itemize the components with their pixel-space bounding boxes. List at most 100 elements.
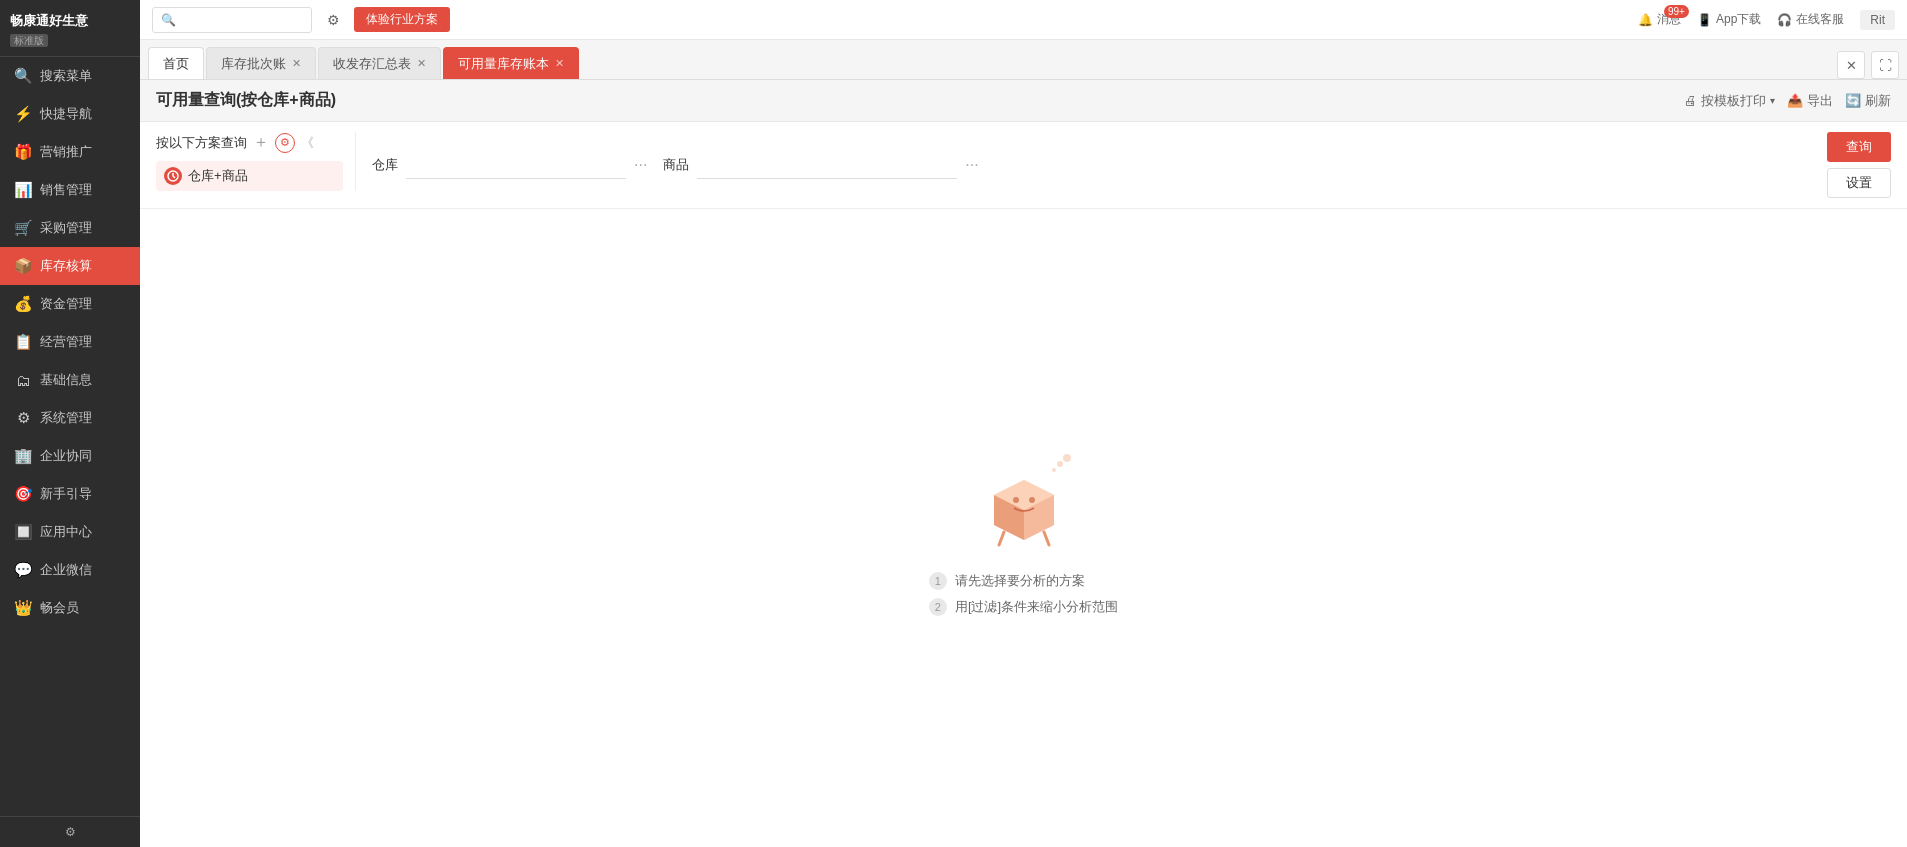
chart-icon: 📊 <box>14 181 32 199</box>
industry-solution-button[interactable]: 体验行业方案 <box>354 7 450 32</box>
scheme-settings-icon[interactable]: ⚙ <box>275 133 295 153</box>
add-scheme-button[interactable]: ＋ <box>253 132 269 153</box>
sidebar-item-label: 企业协同 <box>40 447 92 465</box>
goods-more-button[interactable]: ··· <box>965 156 978 174</box>
building-icon: 🏢 <box>14 447 32 465</box>
gift-icon: 🎁 <box>14 143 32 161</box>
topbar: 🔍 ⚙ 体验行业方案 🔔 消息 99+ 📱 App下载 🎧 在线客服 Rit <box>140 0 1907 40</box>
gear-icon: ⚙ <box>14 409 32 427</box>
svg-line-7 <box>999 532 1004 545</box>
settings-button[interactable]: 设置 <box>1827 168 1891 198</box>
money-icon: 💰 <box>14 295 32 313</box>
sidebar-nav: 🔍 搜索菜单 ⚡ 快捷导航 🎁 营销推广 📊 销售管理 🛒 采购管理 📦 库存核… <box>0 57 140 816</box>
tab-close-icon[interactable]: ✕ <box>292 57 301 70</box>
goods-input[interactable] <box>697 151 957 179</box>
message-badge: 99+ <box>1664 5 1689 18</box>
filter-schemes: 按以下方案查询 ＋ ⚙ 《 仓库+商品 <box>156 132 356 191</box>
sidebar-item-label: 经营管理 <box>40 333 92 351</box>
online-service-button[interactable]: 🎧 在线客服 <box>1777 11 1844 28</box>
app-download-button[interactable]: 📱 App下载 <box>1697 11 1761 28</box>
export-button[interactable]: 📤 导出 <box>1787 92 1833 110</box>
sidebar-brand: 畅康通好生意 <box>10 12 130 30</box>
printer-icon: 🖨 <box>1684 93 1697 108</box>
tab-close-icon[interactable]: ✕ <box>417 57 426 70</box>
main-content: 🔍 ⚙ 体验行业方案 🔔 消息 99+ 📱 App下载 🎧 在线客服 Rit <box>140 0 1907 847</box>
tab-home[interactable]: 首页 <box>148 47 204 79</box>
tab-receipt-label: 收发存汇总表 <box>333 55 411 73</box>
bell-icon: 🔔 <box>1638 13 1653 27</box>
headset-icon: 🎧 <box>1777 13 1792 27</box>
sidebar-item-label: 应用中心 <box>40 523 92 541</box>
cart-icon: 🛒 <box>14 219 32 237</box>
search-icon-topbar: 🔍 <box>161 13 176 27</box>
tip-text-2: 用[过滤]条件来缩小分析范围 <box>955 598 1118 616</box>
sidebar-bottom[interactable]: ⚙ <box>0 816 140 847</box>
tab-bar-actions: ✕ ⛶ <box>1837 51 1899 79</box>
svg-point-10 <box>1057 461 1063 467</box>
chevron-down-icon: ▾ <box>1770 95 1775 106</box>
empty-state: 1 请先选择要分析的方案 2 用[过滤]条件来缩小分析范围 <box>140 209 1907 847</box>
target-icon: 🎯 <box>14 485 32 503</box>
sidebar-item-sales[interactable]: 📊 销售管理 <box>0 171 140 209</box>
sidebar-item-label: 销售管理 <box>40 181 92 199</box>
sidebar-item-app-center[interactable]: 🔲 应用中心 <box>0 513 140 551</box>
empty-tip-1: 1 请先选择要分析的方案 <box>929 572 1118 590</box>
sidebar-item-wechat[interactable]: 💬 企业微信 <box>0 551 140 589</box>
sidebar-item-member[interactable]: 👑 畅会员 <box>0 589 140 627</box>
tab-receipt-summary[interactable]: 收发存汇总表 ✕ <box>318 47 441 79</box>
svg-point-11 <box>1063 454 1071 462</box>
sidebar-item-inventory[interactable]: 📦 库存核算 <box>0 247 140 285</box>
app-download-label: App下载 <box>1716 11 1761 28</box>
filter-scheme-item[interactable]: 仓库+商品 <box>156 161 343 191</box>
filter-content: 仓库 ··· 商品 ··· 查询 设置 <box>356 132 1891 198</box>
warehouse-input[interactable] <box>406 151 626 179</box>
tab-close-icon[interactable]: ✕ <box>555 57 564 70</box>
sidebar-item-label: 快捷导航 <box>40 105 92 123</box>
sidebar-item-enterprise[interactable]: 🏢 企业协同 <box>0 437 140 475</box>
sidebar: 畅康通好生意 标准版 🔍 搜索菜单 ⚡ 快捷导航 🎁 营销推广 📊 销售管理 🛒… <box>0 0 140 847</box>
sidebar-item-search[interactable]: 🔍 搜索菜单 <box>0 57 140 95</box>
svg-point-6 <box>1029 497 1035 503</box>
tab-close-all-button[interactable]: ✕ <box>1837 51 1865 79</box>
tab-available-ledger[interactable]: 可用量库存账本 ✕ <box>443 47 579 79</box>
topbar-search-box[interactable]: 🔍 <box>152 7 312 33</box>
sidebar-collapse-icon: ⚙ <box>65 825 76 839</box>
refresh-button[interactable]: 🔄 刷新 <box>1845 92 1891 110</box>
tip-number-2: 2 <box>929 598 947 616</box>
sidebar-item-purchase[interactable]: 🛒 采购管理 <box>0 209 140 247</box>
warehouse-more-button[interactable]: ··· <box>634 156 647 174</box>
svg-point-5 <box>1013 497 1019 503</box>
chat-icon: 💬 <box>14 561 32 579</box>
warehouse-label: 仓库 <box>372 156 398 174</box>
collapse-schemes-button[interactable]: 《 <box>301 134 314 152</box>
print-template-button[interactable]: 🖨 按模板打印 ▾ <box>1684 92 1775 110</box>
sidebar-item-marketing[interactable]: 🎁 营销推广 <box>0 133 140 171</box>
refresh-icon: 🔄 <box>1845 93 1861 108</box>
svg-line-8 <box>1044 532 1049 545</box>
sidebar-item-operations[interactable]: 📋 经营管理 <box>0 323 140 361</box>
page-header: 可用量查询(按仓库+商品) 🖨 按模板打印 ▾ 📤 导出 🔄 刷新 <box>140 80 1907 122</box>
brand-name: 畅康通好生意 <box>10 12 88 30</box>
goods-filter-field: 商品 ··· <box>663 151 978 179</box>
tab-expand-button[interactable]: ⛶ <box>1871 51 1899 79</box>
sidebar-item-guide[interactable]: 🎯 新手引导 <box>0 475 140 513</box>
crown-icon: 👑 <box>14 599 32 617</box>
filter-schemes-header: 按以下方案查询 ＋ ⚙ 《 <box>156 132 343 153</box>
user-profile[interactable]: Rit <box>1860 10 1895 30</box>
filter-bar: 按以下方案查询 ＋ ⚙ 《 仓库+商品 仓库 ··· 商品 ··· <box>140 122 1907 209</box>
topbar-settings-button[interactable]: ⚙ <box>320 7 346 33</box>
export-icon: 📤 <box>1787 93 1803 108</box>
query-button[interactable]: 查询 <box>1827 132 1891 162</box>
sidebar-item-finance[interactable]: 💰 资金管理 <box>0 285 140 323</box>
sidebar-item-label: 搜索菜单 <box>40 67 92 85</box>
message-button[interactable]: 🔔 消息 99+ <box>1638 11 1681 28</box>
sidebar-item-label: 采购管理 <box>40 219 92 237</box>
sidebar-item-basic-info[interactable]: 🗂 基础信息 <box>0 361 140 399</box>
online-service-label: 在线客服 <box>1796 11 1844 28</box>
sidebar-item-label: 基础信息 <box>40 371 92 389</box>
sidebar-item-system[interactable]: ⚙ 系统管理 <box>0 399 140 437</box>
flash-icon: ⚡ <box>14 105 32 123</box>
box-icon: 📦 <box>14 257 32 275</box>
tab-batch-ledger[interactable]: 库存批次账 ✕ <box>206 47 316 79</box>
sidebar-item-shortcut[interactable]: ⚡ 快捷导航 <box>0 95 140 133</box>
